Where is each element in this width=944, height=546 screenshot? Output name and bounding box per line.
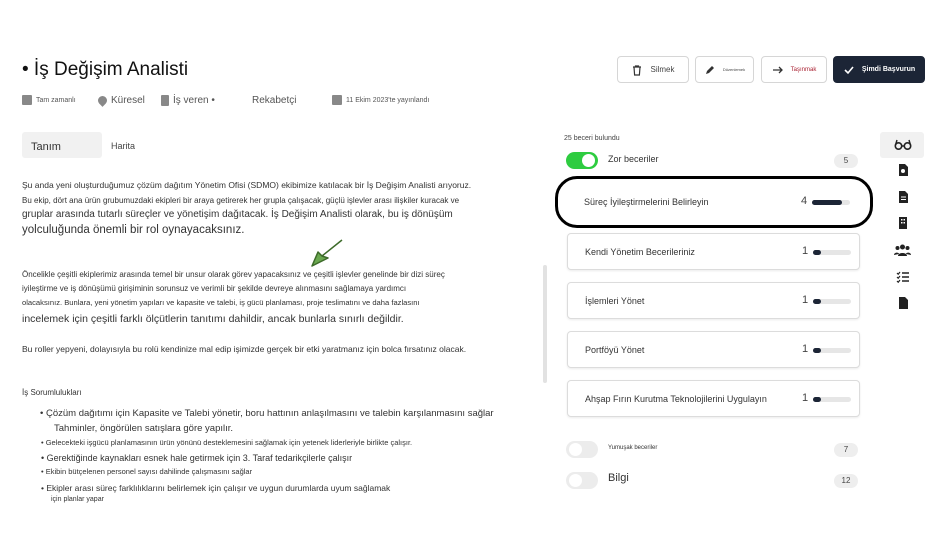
paragraph-3: Bu roller yepyeni, dolayısıyla bu rolü k…: [22, 344, 467, 354]
trash-icon: [633, 64, 642, 76]
soft-skills-count: 7: [834, 443, 858, 457]
apply-button[interactable]: Şimdi Başvurun: [833, 56, 925, 83]
responsibilities-heading: İş Sorumlulukları: [22, 388, 82, 397]
hard-skills-label: Zor beceriler: [608, 154, 659, 164]
search-doc-icon[interactable]: [896, 163, 910, 177]
toggle-knob: [569, 474, 582, 487]
edit-button[interactable]: Düzenlemek: [695, 56, 754, 83]
knowledge-toggle[interactable]: [566, 472, 598, 489]
skill-level-bar: [813, 348, 851, 353]
skill-level: 1: [802, 343, 809, 355]
cursor-arrow-icon: [306, 236, 346, 273]
page-title: • İş Değişim Analisti: [22, 59, 189, 80]
pencil-icon: [705, 65, 714, 74]
job-meta: Tam zamanlı Küresel İş veren • Rekabetçi…: [22, 94, 482, 113]
skill-level-fill: [813, 348, 821, 353]
paragraph-2-line: iyileştirme ve iş dönüşümü girişiminin s…: [22, 284, 407, 293]
meta-location: Küresel: [96, 94, 145, 107]
toggle-knob: [569, 443, 582, 456]
skill-name: Ahşap Fırın Kurutma Teknolojilerini Uygu…: [585, 394, 767, 404]
calendar-icon: [332, 95, 342, 105]
building-icon[interactable]: [896, 216, 910, 230]
responsibility-item: • Ekibin bütçelenen personel sayısı dahi…: [41, 467, 253, 476]
checklist-icon[interactable]: [896, 270, 910, 284]
file-icon[interactable]: [896, 296, 910, 310]
responsibility-item: için planlar yapar: [51, 496, 104, 503]
tab-definition[interactable]: Tanım: [22, 132, 102, 158]
skill-card[interactable]: Portföyü Yönet 1: [567, 331, 860, 368]
paragraph-1-line: Bu ekip, dört ana ürün grubumuzdaki ekip…: [22, 196, 460, 205]
soft-skills-toggle[interactable]: [566, 441, 598, 458]
meta-posted: 11 Ekim 2023'te yayınlandı: [332, 95, 429, 105]
knowledge-count: 12: [834, 474, 858, 488]
delete-button[interactable]: Silmek: [617, 56, 689, 83]
hard-skills-toggle[interactable]: [566, 152, 598, 169]
description-scrollbar[interactable]: [543, 265, 547, 383]
responsibility-item: • Çözüm dağıtımı için Kapasite ve Talebi…: [40, 408, 494, 419]
responsibility-item: • Gerektiğinde kaynakları esnek hale get…: [41, 453, 353, 463]
knowledge-label: Bilgi: [608, 472, 629, 484]
highlight-outline: [555, 176, 873, 228]
meta-employer: İş veren •: [161, 95, 215, 106]
paragraph-1-line: yolculuğunda önemli bir rol oynayacaksın…: [22, 224, 245, 236]
paragraph-2-line: Öncelikle çeşitli ekiplerimiz arasında t…: [22, 270, 445, 279]
tab-map[interactable]: Harita: [111, 141, 135, 151]
skill-level: 1: [802, 392, 809, 404]
skill-card[interactable]: İşlemleri Yönet 1: [567, 282, 860, 319]
arrow-right-icon: [772, 66, 783, 73]
location-pin-icon: [96, 94, 109, 107]
paragraph-2-line: olacaksınız. Bunlara, yeni yönetim yapıl…: [22, 298, 420, 307]
skill-level-bar: [813, 250, 851, 255]
skill-level-fill: [813, 299, 821, 304]
meta-salary: Rekabetçi: [252, 95, 297, 106]
soft-skills-label: Yumuşak beceriler: [608, 445, 658, 451]
skill-level-bar: [813, 299, 851, 304]
skill-name: Portföyü Yönet: [585, 345, 645, 355]
skill-level-fill: [813, 397, 821, 402]
document-icon[interactable]: [896, 190, 910, 204]
building-icon: [161, 95, 169, 106]
skill-card[interactable]: Kendi Yönetim Becerileriniz 1: [567, 233, 860, 270]
skill-level-bar: [813, 397, 851, 402]
responsibility-item: • Gelecekteki işgücü planlamasının ürün …: [41, 438, 413, 447]
paragraph-1-line: Şu anda yeni oluşturduğumuz çözüm dağıtı…: [22, 180, 472, 190]
meta-employment: Tam zamanlı: [22, 95, 76, 105]
hard-skills-count: 5: [834, 154, 858, 168]
skill-card[interactable]: Ahşap Fırın Kurutma Teknolojilerini Uygu…: [567, 380, 860, 417]
skill-name: Kendi Yönetim Becerileriniz: [585, 247, 695, 257]
responsibility-item: • Ekipler arası süreç farklılıklarını be…: [41, 483, 391, 493]
move-button[interactable]: Taşınmak: [761, 56, 827, 83]
skill-level-fill: [813, 250, 821, 255]
check-icon: [844, 65, 854, 74]
users-icon[interactable]: [894, 243, 911, 257]
paragraph-2-line: incelemek için çeşitli farklı ölçütlerin…: [22, 313, 404, 325]
skill-level: 1: [802, 245, 809, 257]
skills-found-count: 25 beceri bulundu: [564, 135, 620, 142]
paragraph-1-line: gruplar arasında tutarlı süreçler ve yön…: [22, 209, 453, 220]
responsibility-item: Tahminler, öngörülen satışlara göre yapı…: [54, 423, 234, 434]
glasses-icon[interactable]: [894, 137, 912, 151]
skill-level: 1: [802, 294, 809, 306]
briefcase-icon: [22, 95, 32, 105]
skill-name: İşlemleri Yönet: [585, 296, 645, 306]
toggle-knob: [582, 154, 595, 167]
